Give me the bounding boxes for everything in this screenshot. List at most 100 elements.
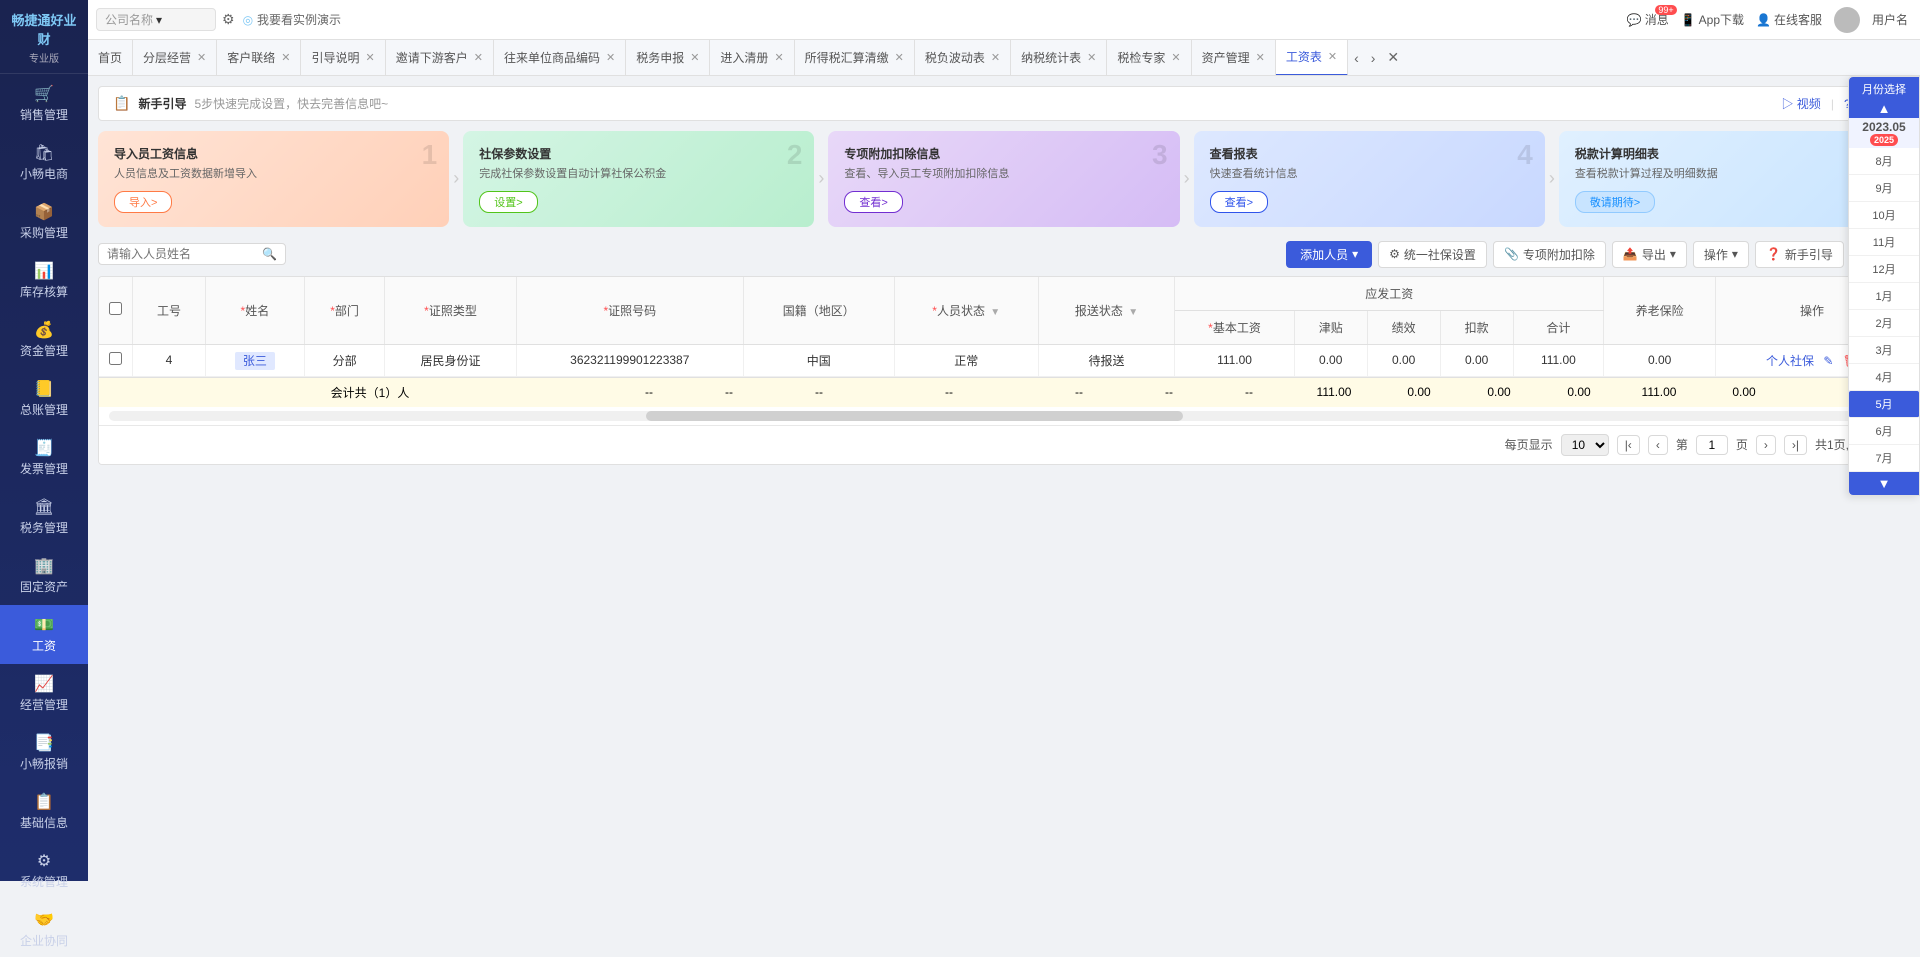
tab-税务申报[interactable]: 税务申报✕ xyxy=(626,40,710,76)
month-item-10月[interactable]: 10月 xyxy=(1849,202,1919,229)
tab-工资表[interactable]: 工资表✕ xyxy=(1276,40,1348,76)
tab-close-button[interactable]: ✕ xyxy=(197,51,206,64)
company-selector[interactable]: 公司名称 ▾ xyxy=(96,8,216,31)
month-item-2月[interactable]: 2月 xyxy=(1849,310,1919,337)
step-button-5[interactable]: 敬请期待> xyxy=(1575,191,1655,213)
row-checkbox[interactable] xyxy=(109,352,122,365)
step-button-2[interactable]: 设置> xyxy=(479,191,537,213)
tab-close-button[interactable]: ✕ xyxy=(1256,51,1265,64)
username[interactable]: 用户名 xyxy=(1872,11,1908,28)
tab-close-button[interactable]: ✕ xyxy=(474,51,483,64)
month-item-1月[interactable]: 1月 xyxy=(1849,283,1919,310)
sidebar-item-基础信息[interactable]: 📋 基础信息 xyxy=(0,782,88,841)
search-input[interactable] xyxy=(107,247,262,261)
app-download-button[interactable]: 📱 App下载 xyxy=(1681,11,1744,28)
month-item-3月[interactable]: 3月 xyxy=(1849,337,1919,364)
send-status-filter-icon[interactable]: ▼ xyxy=(1128,307,1138,318)
personal-insurance-button[interactable]: 个人社保 xyxy=(1766,354,1814,368)
tab-分层经营[interactable]: 分层经营✕ xyxy=(133,40,217,76)
month-item-5月[interactable]: 5月 xyxy=(1849,391,1919,418)
prev-page-button[interactable]: ‹ xyxy=(1648,435,1668,455)
unify-set-button[interactable]: ⚙ 统一社保设置 xyxy=(1378,241,1487,268)
tab-close-button[interactable]: ✕ xyxy=(1171,51,1180,64)
month-item-9月[interactable]: 9月 xyxy=(1849,175,1919,202)
month-panel-up-button[interactable]: ▲ xyxy=(1849,99,1919,118)
month-panel-down-button[interactable]: ▼ xyxy=(1849,472,1919,495)
topbar-left: 公司名称 ▾ ⚙ ◎ 我要看实例演示 xyxy=(88,8,1615,31)
page-input[interactable] xyxy=(1696,435,1728,455)
step-desc: 快速查看统计信息 xyxy=(1210,166,1529,183)
tab-close-button[interactable]: ✕ xyxy=(991,51,1000,64)
sidebar-item-库存核算[interactable]: 📊 库存核算 xyxy=(0,251,88,310)
month-item-8月[interactable]: 8月 xyxy=(1849,148,1919,175)
tab-close-all-button[interactable]: ✕ xyxy=(1381,49,1405,66)
sidebar-item-采购管理[interactable]: 📦 采购管理 xyxy=(0,192,88,251)
sidebar-item-固定资产[interactable]: 🏢 固定资产 xyxy=(0,546,88,605)
guide-video-button[interactable]: ▷ 视频 xyxy=(1781,95,1820,112)
tab-close-button[interactable]: ✕ xyxy=(606,51,615,64)
sidebar-item-资金管理[interactable]: 💰 资金管理 xyxy=(0,310,88,369)
export-button[interactable]: 📤 导出 ▾ xyxy=(1612,241,1687,268)
sidebar-item-label: 小畅电商 xyxy=(20,167,68,181)
tab-close-button[interactable]: ✕ xyxy=(690,51,699,64)
tab-往来单位商品编码[interactable]: 往来单位商品编码 ✕ xyxy=(494,40,626,76)
per-page-select[interactable]: 10 20 50 xyxy=(1561,434,1609,456)
tab-进入清册[interactable]: 进入清册✕ xyxy=(710,40,794,76)
scrollbar-thumb[interactable] xyxy=(646,411,1183,421)
step-button-1[interactable]: 导入> xyxy=(114,191,172,213)
sidebar-item-小畅电商[interactable]: 🛍 小畅电商 xyxy=(0,133,88,192)
sidebar-item-销售管理[interactable]: 🛒 销售管理 xyxy=(0,74,88,133)
month-item-4月[interactable]: 4月 xyxy=(1849,364,1919,391)
first-page-button[interactable]: |‹ xyxy=(1617,435,1640,455)
last-page-button[interactable]: ›| xyxy=(1784,435,1807,455)
horizontal-scrollbar[interactable] xyxy=(109,411,1899,421)
tab-纳税统计表[interactable]: 纳税统计表✕ xyxy=(1011,40,1107,76)
tab-资产管理[interactable]: 资产管理✕ xyxy=(1192,40,1276,76)
tab-close-button[interactable]: ✕ xyxy=(774,51,783,64)
step-button-3[interactable]: 查看> xyxy=(844,191,902,213)
tab-label: 往来单位商品编码 xyxy=(504,49,600,66)
tab-引导说明[interactable]: 引导说明✕ xyxy=(301,40,385,76)
avatar[interactable] xyxy=(1834,7,1860,33)
tab-close-button[interactable]: ✕ xyxy=(895,51,904,64)
tab-税检专家[interactable]: 税检专家✕ xyxy=(1107,40,1191,76)
message-button[interactable]: 💬 消息 99+ xyxy=(1627,11,1669,28)
special-deduct-button[interactable]: 📎 专项附加扣除 xyxy=(1493,241,1606,268)
month-item-7月[interactable]: 7月 xyxy=(1849,445,1919,472)
month-item-6月[interactable]: 6月 xyxy=(1849,418,1919,445)
status-filter-icon[interactable]: ▼ xyxy=(990,307,1000,318)
page-label: 第 xyxy=(1676,436,1688,453)
online-service-button[interactable]: 👤 在线客服 xyxy=(1756,11,1822,28)
set-icon: ⚙ xyxy=(1389,247,1400,261)
tab-税负波动表[interactable]: 税负波动表✕ xyxy=(915,40,1011,76)
tab-邀请下游客户[interactable]: 邀请下游客户✕ xyxy=(386,40,494,76)
month-item-12月[interactable]: 12月 xyxy=(1849,256,1919,283)
tab-首页[interactable]: 首页 xyxy=(88,40,133,76)
action-button[interactable]: 操作 ▾ xyxy=(1693,241,1749,268)
add-person-button[interactable]: 添加人员 ▾ xyxy=(1286,241,1372,268)
sidebar-item-小畅报销[interactable]: 📑 小畅报销 xyxy=(0,723,88,782)
sidebar-item-发票管理[interactable]: 🧾 发票管理 xyxy=(0,428,88,487)
tab-所得税汇算清缴[interactable]: 所得税汇算清缴✕ xyxy=(795,40,915,76)
tab-客户联络[interactable]: 客户联络✕ xyxy=(217,40,301,76)
next-page-button[interactable]: › xyxy=(1756,435,1776,455)
sidebar-item-工资[interactable]: 💵 工资 xyxy=(0,605,88,664)
search-icon[interactable]: 🔍 xyxy=(262,247,277,261)
tab-close-button[interactable]: ✕ xyxy=(1328,50,1337,63)
sidebar-item-经营管理[interactable]: 📈 经营管理 xyxy=(0,664,88,723)
month-item-11月[interactable]: 11月 xyxy=(1849,229,1919,256)
step-button-4[interactable]: 查看> xyxy=(1210,191,1268,213)
guide-button[interactable]: ❓ 新手引导 xyxy=(1755,241,1844,268)
tab-prev-button[interactable]: ‹ xyxy=(1348,50,1365,66)
settings-button[interactable]: ⚙ xyxy=(222,11,235,28)
tab-close-button[interactable]: ✕ xyxy=(1087,51,1096,64)
select-all-checkbox[interactable] xyxy=(109,302,122,315)
tab-next-button[interactable]: › xyxy=(1365,50,1382,66)
sidebar-item-总账管理[interactable]: 📒 总账管理 xyxy=(0,369,88,428)
demo-button[interactable]: ◎ 我要看实例演示 xyxy=(243,11,342,28)
checkbox-header xyxy=(99,277,133,345)
tab-close-button[interactable]: ✕ xyxy=(281,51,290,64)
tab-close-button[interactable]: ✕ xyxy=(366,51,375,64)
sidebar-item-税务管理[interactable]: 🏛 税务管理 xyxy=(0,487,88,546)
edit-button[interactable]: ✎ xyxy=(1823,354,1833,368)
